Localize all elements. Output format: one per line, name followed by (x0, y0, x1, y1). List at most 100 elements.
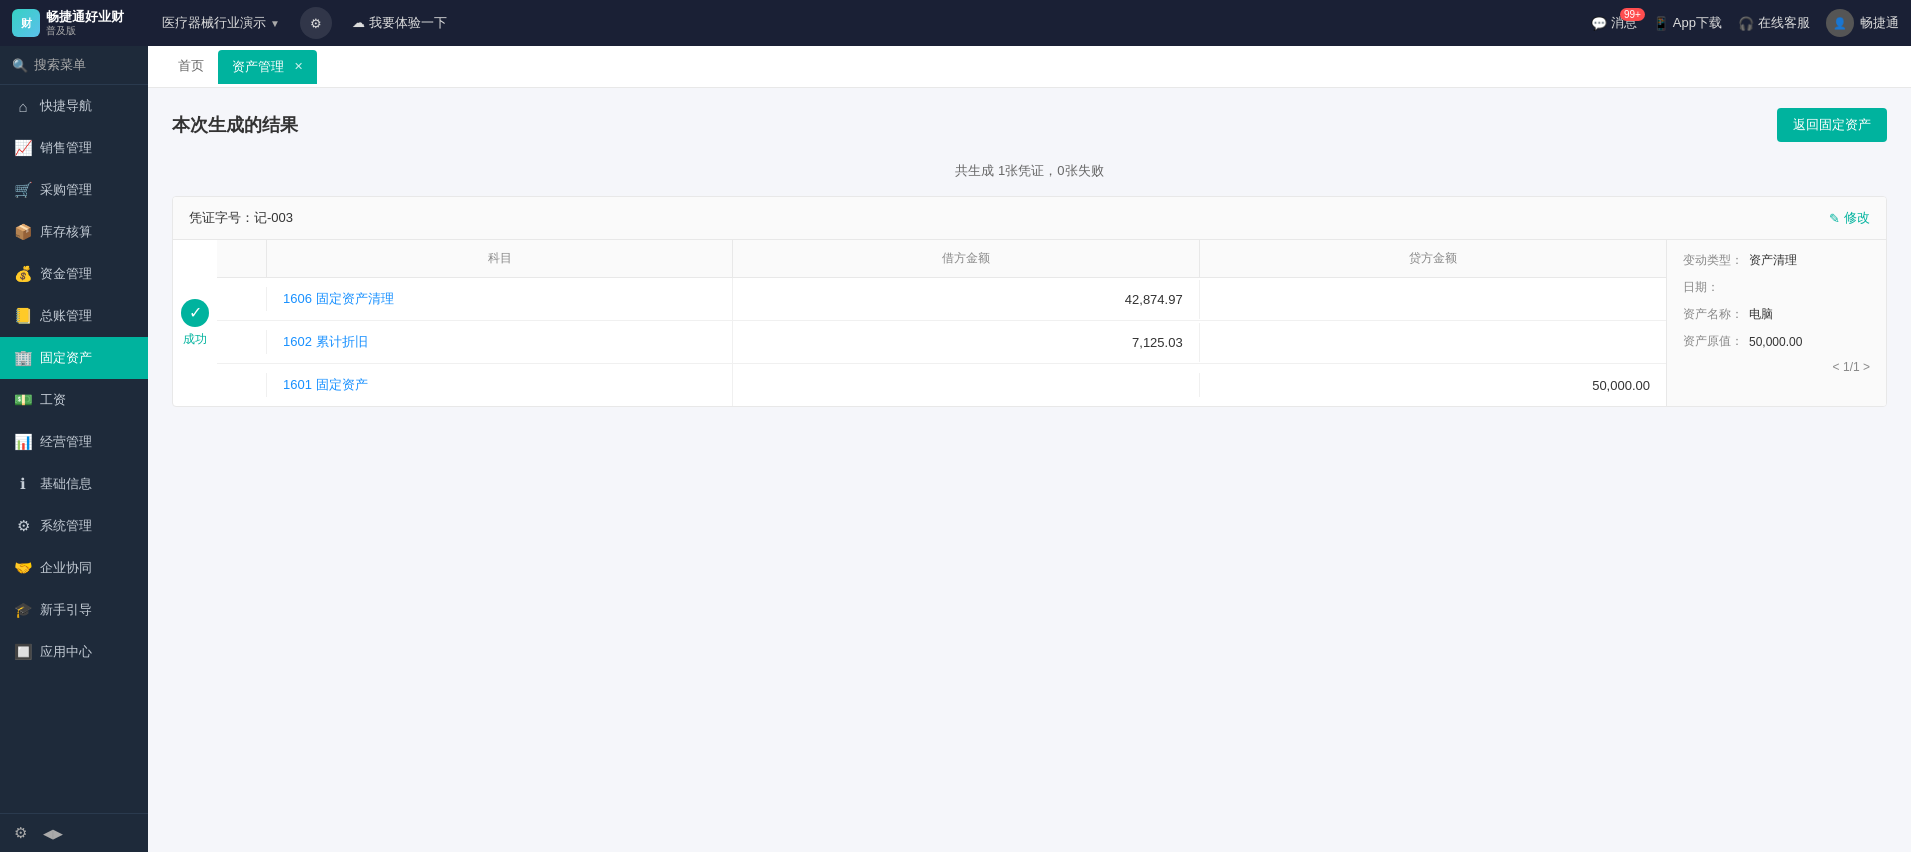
app-download-button[interactable]: 📱 App下载 (1653, 14, 1722, 32)
edit-button[interactable]: ✎ 修改 (1829, 209, 1870, 227)
home-icon: ⌂ (14, 97, 32, 115)
operations-icon: 📊 (14, 433, 32, 451)
headset-icon: 🎧 (1738, 16, 1754, 31)
row2-debit: 7,125.03 (733, 323, 1199, 362)
download-icon: 📱 (1653, 16, 1669, 31)
row1-credit (1200, 287, 1666, 311)
voucher-card: 凭证字号：记-003 ✎ 修改 ✓ 成功 (172, 196, 1887, 407)
sidebar: 🔍 搜索菜单 ⌂ 快捷导航 📈 销售管理 🛒 采购管理 📦 库存核算 💰 资金管… (0, 46, 148, 852)
username: 畅捷通 (1860, 14, 1899, 32)
gear-icon: ⚙ (310, 16, 322, 31)
edit-icon: ✎ (1829, 211, 1840, 226)
asset-name-value: 电脑 (1749, 306, 1773, 323)
sidebar-item-funds[interactable]: 💰 资金管理 (0, 253, 148, 295)
sidebar-item-label: 新手引导 (40, 601, 92, 619)
table-row: 1601 固定资产 50,000.00 (217, 364, 1666, 406)
customer-service-label: 在线客服 (1758, 14, 1810, 32)
app-title: 畅捷通好业财 (46, 9, 124, 25)
app-download-label: App下载 (1673, 14, 1722, 32)
experience-label: ☁ 我要体验一下 (352, 14, 447, 32)
sidebar-item-guide[interactable]: 🎓 新手引导 (0, 589, 148, 631)
system-icon: ⚙ (14, 517, 32, 535)
page-content: 本次生成的结果 返回固定资产 共生成 1张凭证，0张失败 凭证字号：记-003 … (148, 88, 1911, 852)
sidebar-item-quick-nav[interactable]: ⌂ 快捷导航 (0, 85, 148, 127)
table-main: 科目 借方金额 贷方金额 1606 固定资产清理 42,874.97 (217, 240, 1666, 406)
sidebar-item-fixed-assets[interactable]: 🏢 固定资产 (0, 337, 148, 379)
sidebar-item-label: 快捷导航 (40, 97, 92, 115)
row2-credit (1200, 330, 1666, 354)
change-type-value: 资产清理 (1749, 252, 1797, 269)
avatar: 👤 (1826, 9, 1854, 37)
voucher-number: 凭证字号：记-003 (189, 209, 293, 227)
page-title-row: 本次生成的结果 返回固定资产 (172, 108, 1887, 142)
page-title: 本次生成的结果 (172, 113, 298, 137)
table-row: 1602 累计折旧 7,125.03 (217, 321, 1666, 364)
sidebar-item-label: 固定资产 (40, 349, 92, 367)
sidebar-item-system[interactable]: ⚙ 系统管理 (0, 505, 148, 547)
sidebar-item-label: 工资 (40, 391, 66, 409)
settings-bottom-icon[interactable]: ⚙ (14, 824, 27, 842)
user-area[interactable]: 👤 畅捷通 (1826, 9, 1899, 37)
sidebar-item-purchase[interactable]: 🛒 采购管理 (0, 169, 148, 211)
sidebar-item-salary[interactable]: 💵 工资 (0, 379, 148, 421)
sidebar-item-label: 经营管理 (40, 433, 92, 451)
customer-service-button[interactable]: 🎧 在线客服 (1738, 14, 1810, 32)
sidebar-item-ledger[interactable]: 📒 总账管理 (0, 295, 148, 337)
sidebar-item-sales[interactable]: 📈 销售管理 (0, 127, 148, 169)
row2-empty (217, 330, 267, 354)
search-menu[interactable]: 🔍 搜索菜单 (0, 46, 148, 85)
sidebar-item-basic-info[interactable]: ℹ 基础信息 (0, 463, 148, 505)
experience-button[interactable]: ☁ 我要体验一下 (344, 10, 455, 36)
next-page-icon[interactable]: > (1863, 360, 1870, 374)
app-center-icon: 🔲 (14, 643, 32, 661)
sidebar-item-inventory[interactable]: 📦 库存核算 (0, 211, 148, 253)
sidebar-item-label: 系统管理 (40, 517, 92, 535)
sidebar-item-operations[interactable]: 📊 经营管理 (0, 421, 148, 463)
row3-credit: 50,000.00 (1200, 366, 1666, 405)
messages-button[interactable]: 💬 消息 99+ (1591, 14, 1637, 32)
success-circle: ✓ (181, 299, 209, 327)
tab-close-icon[interactable]: ✕ (294, 60, 303, 73)
ledger-icon: 📒 (14, 307, 32, 325)
row1-debit: 42,874.97 (733, 280, 1199, 319)
tab-home[interactable]: 首页 (164, 47, 218, 87)
asset-name-label: 资产名称： (1683, 306, 1743, 323)
messages-badge: 99+ (1620, 8, 1645, 21)
return-button[interactable]: 返回固定资产 (1777, 108, 1887, 142)
tab-asset-mgmt[interactable]: 资产管理 ✕ (218, 50, 317, 84)
sidebar-item-label: 库存核算 (40, 223, 92, 241)
tab-bar: 首页 资产管理 ✕ (148, 46, 1911, 88)
collapse-icon[interactable]: ◀▶ (43, 826, 63, 841)
row3-empty (217, 373, 267, 397)
header-right: 💬 消息 99+ 📱 App下载 🎧 在线客服 👤 畅捷通 (1591, 9, 1899, 37)
row3-subject[interactable]: 1601 固定资产 (267, 364, 733, 406)
company-name: 医疗器械行业演示 (162, 14, 266, 32)
company-selector[interactable]: 医疗器械行业演示 ▼ (154, 10, 288, 36)
sidebar-item-label: 应用中心 (40, 643, 92, 661)
date-row: 日期： (1683, 279, 1870, 296)
col-debit: 借方金额 (733, 240, 1199, 277)
voucher-table: ✓ 成功 科目 借方金额 贷方金额 (173, 240, 1886, 406)
sidebar-item-app-center[interactable]: 🔲 应用中心 (0, 631, 148, 673)
row1-empty (217, 287, 267, 311)
sidebar-item-label: 销售管理 (40, 139, 92, 157)
salary-icon: 💵 (14, 391, 32, 409)
asset-name-row: 资产名称： 电脑 (1683, 306, 1870, 323)
funds-icon: 💰 (14, 265, 32, 283)
status-cell: ✓ 成功 (173, 240, 217, 406)
chevron-down-icon: ▼ (270, 18, 280, 29)
row3-debit (733, 373, 1199, 397)
sidebar-item-label: 总账管理 (40, 307, 92, 325)
prev-page-icon[interactable]: < (1833, 360, 1840, 374)
side-panel-pagination: < 1/1 > (1683, 360, 1870, 374)
row1-subject[interactable]: 1606 固定资产清理 (267, 278, 733, 320)
settings-icon-button[interactable]: ⚙ (300, 7, 332, 39)
message-icon: 💬 (1591, 16, 1607, 31)
pagination-info: 1/1 (1843, 360, 1863, 374)
voucher-header: 凭证字号：记-003 ✎ 修改 (173, 197, 1886, 240)
enterprise-icon: 🤝 (14, 559, 32, 577)
sidebar-item-enterprise[interactable]: 🤝 企业协同 (0, 547, 148, 589)
sidebar-item-label: 采购管理 (40, 181, 92, 199)
row2-subject[interactable]: 1602 累计折旧 (267, 321, 733, 363)
logo-area: 财 畅捷通好业财 普及版 (12, 9, 142, 37)
